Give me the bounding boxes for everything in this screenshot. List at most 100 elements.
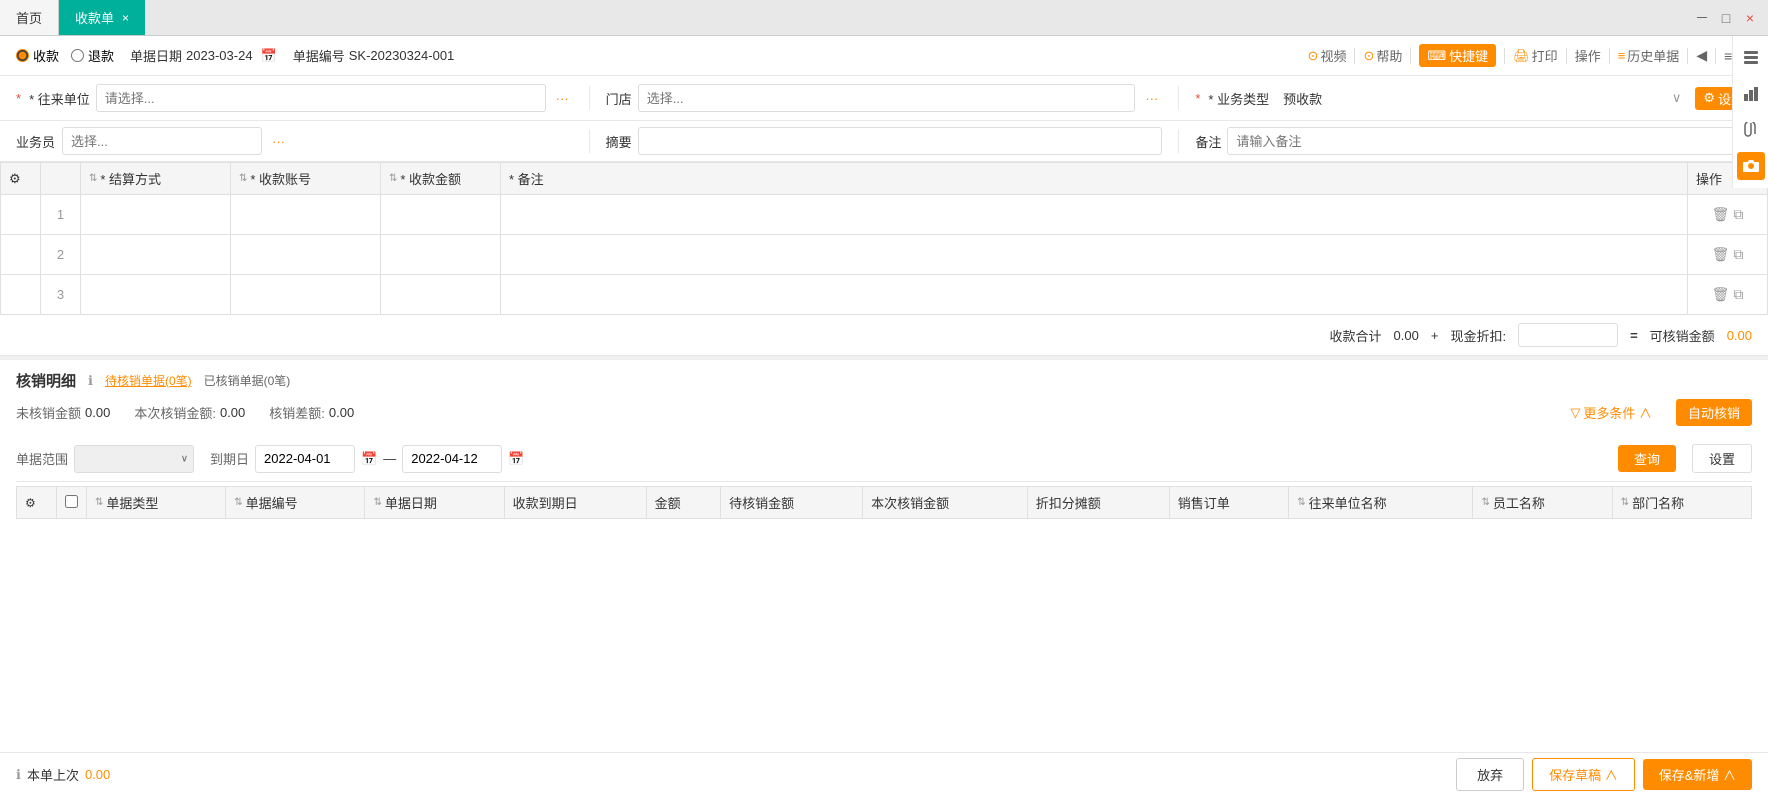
sidebar-chart-icon[interactable] <box>1737 80 1765 108</box>
row2-action: 🗑 ⧉ <box>1688 235 1768 275</box>
tab-close-icon[interactable]: × <box>122 11 129 25</box>
tab-active[interactable]: 收款单 × <box>59 0 145 35</box>
form-fields-row1: * * 往来单位 ··· 门店 ··· * * 业务类型 预收款 ∨ ⚙ 设置 <box>0 76 1768 121</box>
row3-settle[interactable] <box>81 275 231 315</box>
help-icon: ⊙ <box>1363 48 1374 64</box>
row1-account[interactable] <box>231 195 381 235</box>
pending-tab[interactable]: 待核销单据(0笔) <box>105 372 192 389</box>
help-action[interactable]: ⊙ 帮助 <box>1363 46 1402 65</box>
abandon-button[interactable]: 放弃 <box>1456 758 1524 791</box>
equals-sign: = <box>1630 328 1638 343</box>
save-button[interactable]: 保存&新增 ∧ <box>1643 759 1752 790</box>
due-date-filter: 到期日 📅 — 📅 <box>210 445 524 473</box>
business-type-chevron[interactable]: ∨ <box>1672 90 1682 106</box>
right-sidebar <box>1732 36 1768 188</box>
tab-home-label: 首页 <box>16 8 42 27</box>
bth-sales-order: 销售订单 <box>1169 487 1289 519</box>
sidebar-attachment-icon[interactable] <box>1737 116 1765 144</box>
filter-settings-button[interactable]: 设置 <box>1692 444 1752 473</box>
prev-layout-icon[interactable]: ◀ <box>1696 47 1707 64</box>
payment-table-section: ⚙ ⇅ * 结算方式 ⇅ * 收款账号 <box>0 162 1768 315</box>
plus-sign: + <box>1431 328 1439 343</box>
radio-refund-label: 退款 <box>88 46 114 65</box>
row1-delete-icon[interactable]: 🗑 <box>1712 206 1730 223</box>
due-date-end-input[interactable] <box>402 445 502 473</box>
range-select[interactable] <box>74 445 194 473</box>
video-action[interactable]: ⊙ 视频 <box>1308 46 1347 65</box>
history-action[interactable]: ≡ 历史单据 <box>1618 46 1680 65</box>
cal-start-icon[interactable]: 📅 <box>361 451 377 467</box>
row1-settle[interactable] <box>81 195 231 235</box>
row2-remark[interactable] <box>501 235 1688 275</box>
print-action[interactable]: 🖨 打印 <box>1513 46 1558 65</box>
diff-value: 0.00 <box>329 405 354 420</box>
due-date-start-input[interactable] <box>255 445 355 473</box>
radio-payment[interactable]: 收款 <box>16 46 59 65</box>
sidebar-table-icon[interactable] <box>1737 44 1765 72</box>
footer-info-icon[interactable]: ℹ <box>16 767 21 783</box>
row1-copy-icon[interactable]: ⧉ <box>1733 206 1743 223</box>
diff-label: 核销差额: <box>269 403 325 422</box>
maximize-button[interactable]: □ <box>1716 8 1736 28</box>
query-button[interactable]: 查询 <box>1618 445 1676 472</box>
hexiao-info-icon[interactable]: ℹ <box>88 373 93 389</box>
done-tab[interactable]: 已核销单据(0笔) <box>204 372 291 389</box>
close-button[interactable]: × <box>1740 8 1760 28</box>
row3-remark[interactable] <box>501 275 1688 315</box>
th-settings[interactable]: ⚙ <box>1 163 41 195</box>
bth-type: ⇅单据类型 <box>87 487 226 519</box>
store-field-group: 门店 ··· <box>606 84 1163 112</box>
radio-refund[interactable]: 退款 <box>71 46 114 65</box>
tab-home[interactable]: 首页 <box>0 0 59 35</box>
tab-active-label: 收款单 <box>75 8 114 27</box>
row3-num: 3 <box>41 275 81 315</box>
row2-settings <box>1 235 41 275</box>
row3-amount[interactable] <box>381 275 501 315</box>
row2-delete-icon[interactable]: 🗑 <box>1712 246 1730 263</box>
minimize-button[interactable]: － <box>1692 8 1712 28</box>
discount-label: 现金折扣: <box>1450 326 1506 345</box>
unclosed-label: 未核销金额 <box>16 403 81 422</box>
operations-action[interactable]: 操作 <box>1575 46 1601 65</box>
bth-settings[interactable]: ⚙ <box>17 487 57 519</box>
counterpart-input[interactable] <box>96 84 546 112</box>
row3-delete-icon[interactable]: 🗑 <box>1712 286 1730 303</box>
notes-label: 备注 <box>1195 132 1221 151</box>
summary-input[interactable] <box>638 127 1163 155</box>
salesperson-more-icon[interactable]: ··· <box>268 134 289 149</box>
business-type-field-group: * * 业务类型 预收款 ∨ ⚙ 设置 <box>1195 87 1752 110</box>
bottom-table-section: ⚙ ⇅单据类型 ⇅单据编号 ⇅单据日期 收款到期日 金额 待核 <box>16 482 1752 519</box>
table-row: 1 🗑 ⧉ <box>1 195 1768 235</box>
range-select-wrapper: ∨ <box>74 445 194 473</box>
number-value: SK-20230324-001 <box>349 48 455 63</box>
row1-amount[interactable] <box>381 195 501 235</box>
row2-amount[interactable] <box>381 235 501 275</box>
calendar-icon[interactable]: 📅 <box>261 48 277 64</box>
unclosed-stat: 未核销金额 0.00 <box>16 403 110 422</box>
bth-number: ⇅单据编号 <box>226 487 365 519</box>
business-type-label: * 业务类型 <box>1208 89 1269 108</box>
notes-input[interactable] <box>1227 127 1752 155</box>
footer: ℹ 本单上次 0.00 放弃 保存草稿 ∧ 保存&新增 ∧ <box>0 752 1768 796</box>
shortcut-button[interactable]: ⌨ 快捷键 <box>1419 44 1496 67</box>
store-more-icon[interactable]: ··· <box>1141 91 1162 106</box>
counterpart-field-group: * * 往来单位 ··· <box>16 84 573 112</box>
discount-input[interactable] <box>1518 323 1618 347</box>
row2-account[interactable] <box>231 235 381 275</box>
store-input[interactable] <box>638 84 1136 112</box>
counterpart-more-icon[interactable]: ··· <box>552 91 573 106</box>
draft-button[interactable]: 保存草稿 ∧ <box>1532 758 1635 791</box>
cal-end-icon[interactable]: 📅 <box>508 451 524 467</box>
row1-num: 1 <box>41 195 81 235</box>
more-conditions-button[interactable]: ▽ 更多条件 ∧ <box>1570 403 1652 422</box>
bth-checkbox[interactable] <box>57 487 87 519</box>
bth-due-date: 收款到期日 <box>504 487 646 519</box>
auto-close-button[interactable]: 自动核销 <box>1676 399 1752 426</box>
row1-remark[interactable] <box>501 195 1688 235</box>
row2-settle[interactable] <box>81 235 231 275</box>
row2-copy-icon[interactable]: ⧉ <box>1733 246 1743 263</box>
salesperson-input[interactable] <box>62 127 262 155</box>
row3-account[interactable] <box>231 275 381 315</box>
sidebar-camera-icon[interactable] <box>1737 152 1765 180</box>
row3-copy-icon[interactable]: ⧉ <box>1733 286 1743 303</box>
